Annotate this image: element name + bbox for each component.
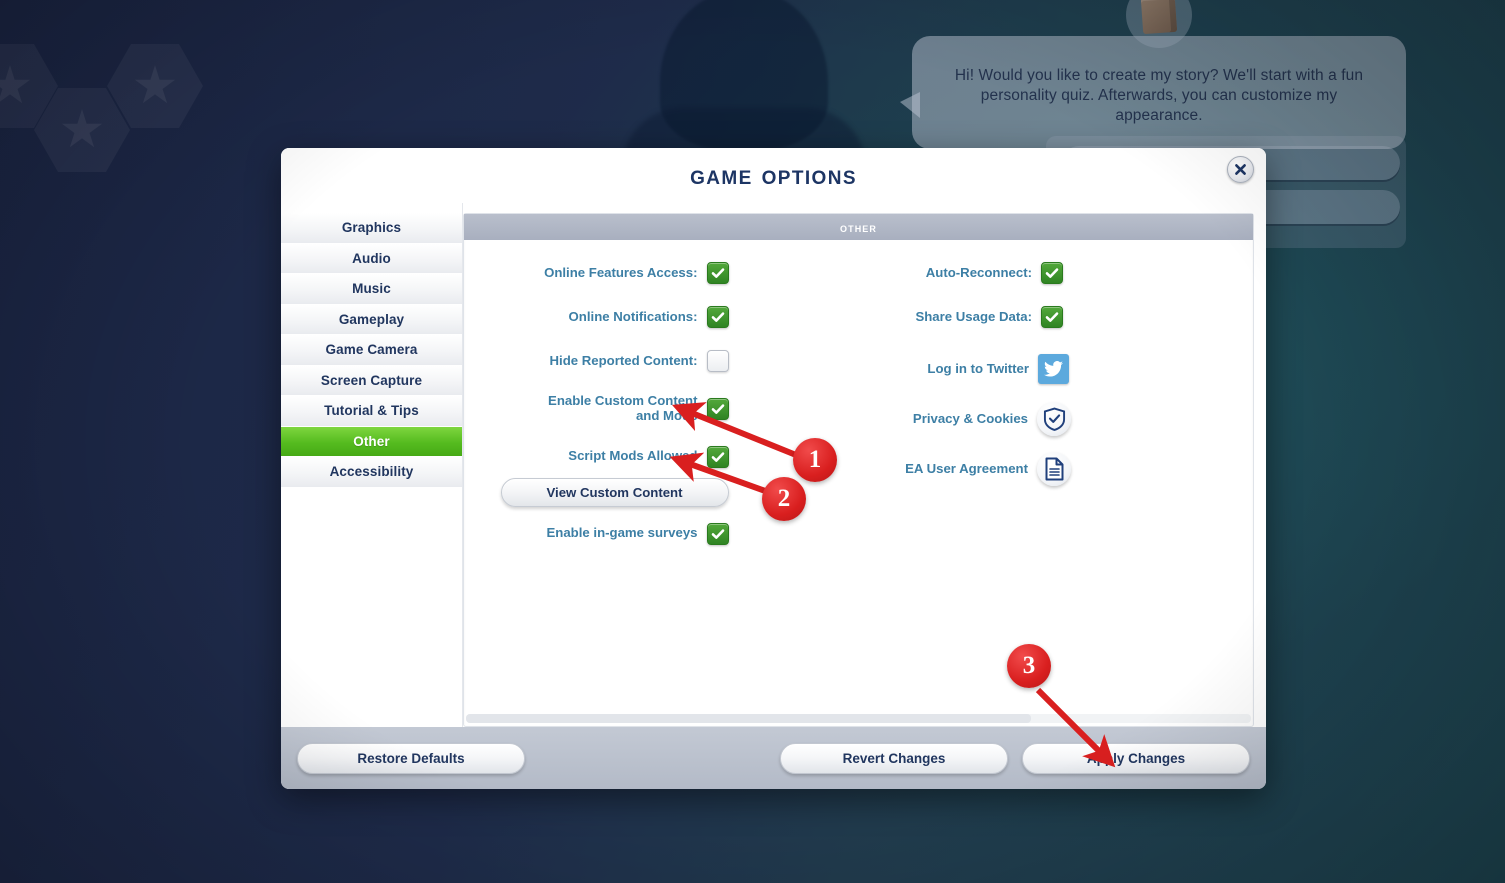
option-row-script-mods-allowed: Script Mods Allowed [464,445,859,468]
horizontal-scrollbar[interactable] [466,714,1251,723]
options-columns: Online Features Access: Online Notificat… [464,240,1253,714]
option-row-online-features-access: Online Features Access: [464,262,859,284]
option-label: EA User Agreement [905,460,1028,476]
sidebar-item-label: Audio [352,250,391,266]
option-label: Privacy & Cookies [912,410,1028,426]
sidebar-item-label: Graphics [341,220,402,236]
sidebar-item-game-camera[interactable]: Game Camera [281,335,462,366]
sim-silhouette [660,0,828,150]
checkbox-online-features-access[interactable] [706,262,729,284]
sidebar-item-label: Music [352,281,391,297]
sidebar-item-label: Other [353,433,390,449]
sidebar-item-label: Tutorial & Tips [324,403,419,419]
option-row-enable-in-game-surveys: Enable in-game surveys [464,522,859,545]
option-row-share-usage-data: Share Usage Data: [859,306,1254,328]
dialog-title-bar: Game Options [281,148,1266,203]
checkbox-auto-reconnect[interactable] [1041,262,1063,284]
revert-changes-button[interactable]: Revert Changes [780,742,1008,774]
option-row-online-notifications: Online Notifications: [464,306,859,328]
view-custom-content-button[interactable]: View Custom Content [500,477,729,507]
twitter-icon[interactable] [1038,354,1069,384]
game-scene-background: Hi! Would you like to create my story? W… [0,0,1505,883]
checkbox-share-usage-data[interactable] [1041,306,1063,328]
option-label: Enable in-game surveys [546,525,698,541]
page-title: Game Options [690,160,857,190]
game-options-dialog: Game Options Graphics Audio Music Gamepl… [281,148,1266,789]
sidebar-item-graphics[interactable]: Graphics [281,213,462,244]
checkbox-hide-reported-content[interactable] [706,350,729,372]
close-icon[interactable] [1227,156,1254,183]
checkbox-enable-custom-content-and-mods[interactable] [706,397,729,420]
option-label: Enable Custom Content and Mods [548,393,698,423]
option-label: Auto-Reconnect: [925,264,1032,280]
shield-check-icon[interactable] [1037,402,1071,436]
document-icon[interactable] [1037,452,1071,486]
sidebar-item-audio[interactable]: Audio [281,243,462,274]
sidebar-item-gameplay[interactable]: Gameplay [281,304,462,335]
sidebar-item-label: Game Camera [325,342,418,358]
dialog-body: Graphics Audio Music Gameplay Game Camer… [281,203,1266,727]
scrollbar-thumb[interactable] [466,714,1032,723]
section-header: Other [464,214,1253,240]
option-label: Log in to Twitter [927,360,1029,376]
sidebar-item-label: Accessibility [329,464,414,480]
option-row-auto-reconnect: Auto-Reconnect: [859,262,1254,284]
dialog-footer: Restore Defaults Revert Changes Apply Ch… [281,727,1266,789]
option-row-enable-custom-content-and-mods: Enable Custom Content and Mods [464,393,859,424]
checkbox-script-mods-allowed[interactable] [706,445,729,468]
speech-bubble: Hi! Would you like to create my story? W… [912,36,1406,150]
option-label: Online Features Access: [544,264,698,280]
sidebar-item-music[interactable]: Music [281,274,462,305]
option-label: Hide Reported Content: [549,352,698,368]
option-row-hide-reported-content: Hide Reported Content: [464,350,859,372]
options-content-wrapper: Other Online Features Access: [463,203,1266,727]
sidebar-item-screen-capture[interactable]: Screen Capture [281,365,462,396]
option-label: Share Usage Data: [915,308,1032,324]
speech-bubble-text: Hi! Would you like to create my story? W… [954,67,1364,124]
options-content-panel: Other Online Features Access: [463,213,1254,727]
option-label: Script Mods Allowed [568,448,698,464]
sidebar-item-accessibility[interactable]: Accessibility [281,457,462,488]
options-right-column: Auto-Reconnect: Share Usage Data: Log in… [859,262,1254,714]
option-label: Online Notifications: [568,308,698,324]
option-row-log-in-to-twitter: Log in to Twitter [859,354,1254,384]
sidebar-item-other[interactable]: Other [281,426,462,457]
checkbox-enable-in-game-surveys[interactable] [706,522,729,545]
sidebar-item-label: Screen Capture [320,372,423,388]
options-left-column: Online Features Access: Online Notificat… [464,262,859,714]
restore-defaults-button[interactable]: Restore Defaults [297,742,525,774]
sidebar-item-tutorial-tips[interactable]: Tutorial & Tips [281,396,462,427]
sidebar-item-label: Gameplay [338,311,405,327]
option-row-ea-user-agreement: EA User Agreement [859,452,1254,486]
option-row-privacy-and-cookies: Privacy & Cookies [859,402,1254,436]
apply-changes-button[interactable]: Apply Changes [1022,742,1250,774]
options-sidebar: Graphics Audio Music Gameplay Game Camer… [281,203,463,727]
book-icon [1140,0,1178,35]
checkbox-online-notifications[interactable] [706,306,729,328]
